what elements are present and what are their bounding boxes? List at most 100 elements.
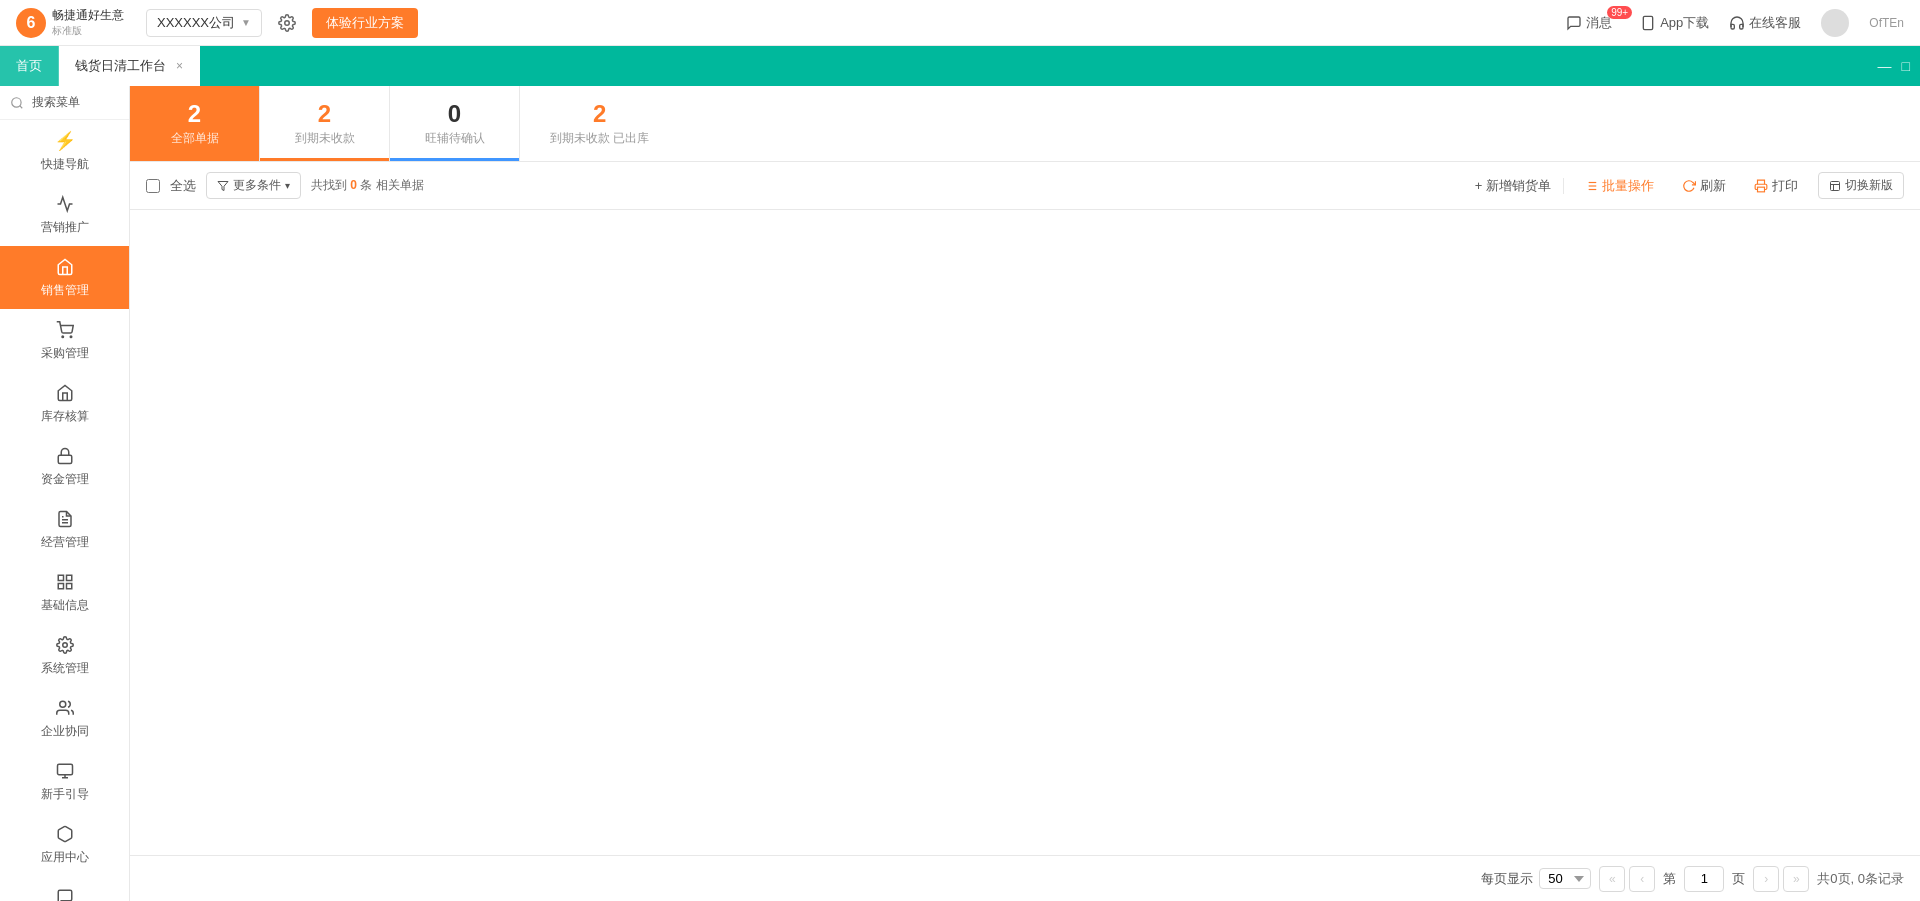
refresh-button[interactable]: 刷新 [1674, 173, 1734, 199]
avatar[interactable] [1821, 9, 1849, 37]
card-overdue-shipped[interactable]: 2 到期未收款 已出库 [520, 86, 679, 161]
svg-point-15 [59, 701, 65, 707]
svg-marker-19 [218, 181, 228, 190]
sidebar-item-enterprise[interactable]: 企业协同 [0, 687, 129, 750]
sidebar-item-guide[interactable]: 新手引导 [0, 750, 129, 813]
logo-text: 畅捷通好生意 标准版 [52, 8, 124, 37]
svg-rect-13 [58, 584, 63, 589]
pagination-nav: « ‹ 第 页 › » [1599, 866, 1809, 892]
svg-line-4 [20, 105, 23, 108]
divider [1563, 178, 1564, 194]
company-selector[interactable]: XXXXXX公司 ▼ [146, 9, 262, 37]
basic-info-icon [54, 571, 76, 593]
main-content: 2 全部单据 2 到期未收款 0 旺辅待确认 2 到期未收款 已出库 [130, 86, 1920, 901]
last-page-button[interactable]: » [1783, 866, 1809, 892]
tab-close-icon[interactable]: × [176, 59, 183, 73]
quick-nav-icon: ⚡ [54, 130, 76, 152]
sidebar-search-menu[interactable]: 搜索菜单 [0, 86, 129, 120]
svg-point-14 [62, 643, 67, 648]
inventory-icon [54, 382, 76, 404]
nav-tabs: 首页 钱货日清工作台 × — □ [0, 46, 1920, 86]
tab-home[interactable]: 首页 [0, 46, 59, 86]
card-underline-overdue [260, 158, 389, 161]
svg-rect-7 [58, 455, 72, 463]
sidebar-item-app-center[interactable]: 应用中心 [0, 813, 129, 876]
page-label: 第 [1659, 870, 1680, 888]
svg-point-6 [70, 336, 72, 338]
page-input[interactable] [1684, 866, 1724, 892]
sales-icon [54, 256, 76, 278]
svg-point-0 [285, 20, 290, 25]
switch-version-button[interactable]: 切换新版 [1818, 172, 1904, 199]
card-underline-all [130, 158, 259, 161]
per-page-label: 每页显示 [1481, 870, 1533, 888]
trial-button[interactable]: 体验行业方案 [312, 8, 418, 38]
purchase-icon [54, 319, 76, 341]
card-overdue[interactable]: 2 到期未收款 [260, 86, 390, 161]
per-page-selector: 每页显示 10 20 50 100 [1481, 868, 1591, 889]
user-name[interactable]: OfTEn [1869, 16, 1904, 30]
finance-icon [54, 445, 76, 467]
page-size-select[interactable]: 10 20 50 100 [1539, 868, 1591, 889]
toolbar-right: + 新增销货单 批量操作 [1475, 172, 1904, 199]
marketing-icon [54, 193, 76, 215]
prev-page-button[interactable]: ‹ [1629, 866, 1655, 892]
print-button[interactable]: 打印 [1746, 173, 1806, 199]
first-page-button[interactable]: « [1599, 866, 1625, 892]
sidebar-item-marketing[interactable]: 营销推广 [0, 183, 129, 246]
svg-rect-1 [1644, 16, 1653, 29]
enterprise-icon [54, 697, 76, 719]
topbar-right: 消息 99+ App下载 在线客服 OfTEn [1558, 9, 1904, 37]
card-all[interactable]: 2 全部单据 [130, 86, 260, 161]
sidebar: 搜索菜单 ⚡ 快捷导航 营销推广 销售管理 [0, 86, 130, 901]
sidebar-item-sales[interactable]: 销售管理 [0, 246, 129, 309]
toolbar-left: 全选 更多条件 ▾ 共找到 0 条 相关单据 [146, 172, 1465, 199]
sidebar-item-finance[interactable]: 资金管理 [0, 435, 129, 498]
chevron-down-icon: ▾ [285, 180, 290, 191]
batch-operation-button[interactable]: 批量操作 [1576, 173, 1662, 199]
tab-maximize-button[interactable]: □ [1902, 58, 1910, 74]
sidebar-item-basic-info[interactable]: 基础信息 [0, 561, 129, 624]
messages-button[interactable]: 消息 99+ [1558, 14, 1620, 32]
sidebar-item-wechat[interactable]: 企业微信 [0, 876, 129, 901]
more-filters-button[interactable]: 更多条件 ▾ [206, 172, 301, 199]
next-page-button[interactable]: › [1753, 866, 1779, 892]
logo-area: 6 畅捷通好生意 标准版 [16, 8, 146, 38]
table-area [130, 210, 1920, 855]
messages-badge: 99+ [1607, 6, 1632, 19]
summary-cards: 2 全部单据 2 到期未收款 0 旺辅待确认 2 到期未收款 已出库 [130, 86, 1920, 162]
online-service-button[interactable]: 在线客服 [1729, 14, 1801, 32]
operations-icon [54, 508, 76, 530]
toolbar: 全选 更多条件 ▾ 共找到 0 条 相关单据 + 新增销货单 [130, 162, 1920, 210]
app-download-button[interactable]: App下载 [1640, 14, 1709, 32]
svg-rect-26 [1758, 187, 1765, 192]
found-text: 共找到 0 条 相关单据 [311, 177, 424, 194]
logo-icon: 6 [16, 8, 46, 38]
sidebar-item-operations[interactable]: 经营管理 [0, 498, 129, 561]
svg-point-3 [12, 97, 21, 106]
card-underline-pending [390, 158, 519, 161]
sidebar-item-inventory[interactable]: 库存核算 [0, 372, 129, 435]
tab-qhrc[interactable]: 钱货日清工作台 × [59, 46, 200, 86]
select-all-checkbox[interactable] [146, 179, 160, 193]
topbar: 6 畅捷通好生意 标准版 XXXXXX公司 ▼ 体验行业方案 消息 99+ [0, 0, 1920, 46]
app-center-icon [54, 823, 76, 845]
svg-rect-27 [1831, 181, 1840, 190]
sidebar-item-quick-nav[interactable]: ⚡ 快捷导航 [0, 120, 129, 183]
select-all-label: 全选 [170, 177, 196, 195]
chevron-down-icon: ▼ [241, 17, 251, 28]
svg-rect-12 [66, 584, 71, 589]
page-total: 共0页, 0条记录 [1817, 870, 1904, 888]
main-layout: 搜索菜单 ⚡ 快捷导航 营销推广 销售管理 [0, 86, 1920, 901]
tab-actions: — □ [1878, 46, 1920, 86]
add-sales-button[interactable]: + 新增销货单 [1475, 177, 1551, 195]
svg-rect-10 [58, 575, 63, 580]
wechat-icon [54, 886, 76, 901]
svg-point-5 [62, 336, 64, 338]
tab-minimize-button[interactable]: — [1878, 58, 1892, 74]
sidebar-item-purchase[interactable]: 采购管理 [0, 309, 129, 372]
page-unit: 页 [1728, 870, 1749, 888]
sidebar-item-system[interactable]: 系统管理 [0, 624, 129, 687]
settings-button[interactable] [272, 8, 302, 38]
card-pending[interactable]: 0 旺辅待确认 [390, 86, 520, 161]
